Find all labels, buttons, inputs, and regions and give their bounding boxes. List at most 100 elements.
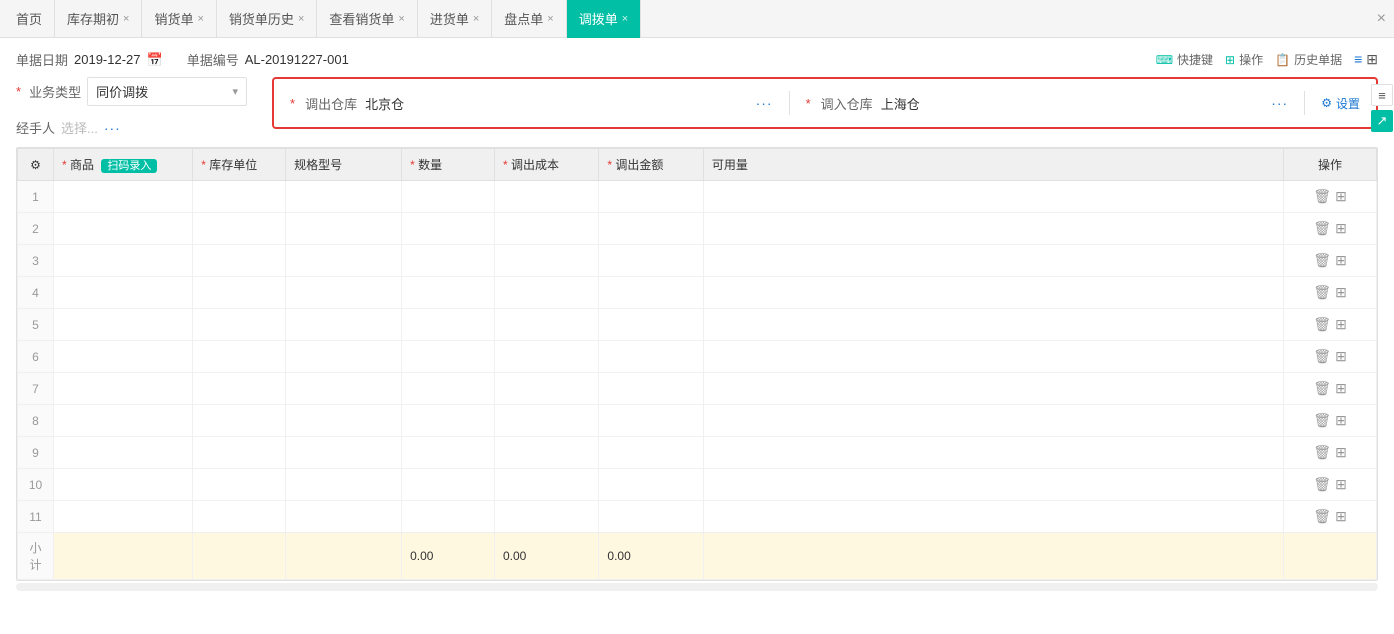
spec-cell[interactable] <box>286 373 402 405</box>
amount-cell[interactable] <box>599 309 703 341</box>
tab-view-sales[interactable]: 查看销货单 × <box>317 0 417 38</box>
available-cell[interactable] <box>703 373 1283 405</box>
product-cell[interactable] <box>54 501 193 533</box>
product-cell[interactable] <box>54 373 193 405</box>
spec-cell[interactable] <box>286 405 402 437</box>
amount-cell[interactable] <box>599 437 703 469</box>
qty-cell[interactable] <box>402 341 495 373</box>
cost-cell[interactable] <box>494 501 598 533</box>
cost-cell[interactable] <box>494 309 598 341</box>
panel-export-btn[interactable]: ↗ <box>1371 110 1393 132</box>
tab-transfer-order-close[interactable]: × <box>622 13 628 25</box>
unit-cell[interactable] <box>193 373 286 405</box>
cost-cell[interactable] <box>494 341 598 373</box>
qty-cell[interactable] <box>402 405 495 437</box>
product-cell[interactable] <box>54 405 193 437</box>
copy-btn[interactable]: ⊞ <box>1335 284 1347 300</box>
available-cell[interactable] <box>703 437 1283 469</box>
qty-cell[interactable] <box>402 277 495 309</box>
copy-btn[interactable]: ⊞ <box>1335 348 1347 364</box>
amount-cell[interactable] <box>599 501 703 533</box>
amount-cell[interactable] <box>599 245 703 277</box>
scan-entry-btn[interactable]: 扫码录入 <box>101 159 157 173</box>
unit-cell[interactable] <box>193 277 286 309</box>
tab-inventory-init[interactable]: 库存期初 × <box>55 0 142 38</box>
unit-cell[interactable] <box>193 405 286 437</box>
delete-btn[interactable]: 🗑 <box>1313 348 1331 364</box>
calendar-icon[interactable]: 📅 <box>147 52 163 68</box>
unit-cell[interactable] <box>193 309 286 341</box>
spec-cell[interactable] <box>286 501 402 533</box>
tab-view-sales-close[interactable]: × <box>398 13 404 25</box>
tab-inventory-count[interactable]: 盘点单 × <box>492 0 566 38</box>
view-grid-icon[interactable]: ⊞ <box>1366 51 1378 68</box>
copy-btn[interactable]: ⊞ <box>1335 412 1347 428</box>
available-cell[interactable] <box>703 501 1283 533</box>
amount-cell[interactable] <box>599 341 703 373</box>
tab-home[interactable]: 首页 <box>8 0 55 38</box>
tab-sales-history-close[interactable]: × <box>298 13 304 25</box>
settings-button[interactable]: ⚙ 设置 <box>1321 95 1360 112</box>
person-placeholder[interactable]: 选择... <box>61 118 98 137</box>
view-list-icon[interactable]: ≡ <box>1354 51 1362 68</box>
product-cell[interactable] <box>54 309 193 341</box>
copy-btn[interactable]: ⊞ <box>1335 444 1347 460</box>
amount-cell[interactable] <box>599 373 703 405</box>
delete-btn[interactable]: 🗑 <box>1313 508 1331 524</box>
spec-cell[interactable] <box>286 245 402 277</box>
available-cell[interactable] <box>703 469 1283 501</box>
delete-btn[interactable]: 🗑 <box>1313 476 1331 492</box>
spec-cell[interactable] <box>286 341 402 373</box>
qty-cell[interactable] <box>402 309 495 341</box>
unit-cell[interactable] <box>193 213 286 245</box>
business-type-select[interactable]: 同价调拨 ▾ <box>87 77 247 106</box>
tab-sales-history[interactable]: 销货单历史 × <box>217 0 317 38</box>
spec-cell[interactable] <box>286 469 402 501</box>
cost-cell[interactable] <box>494 469 598 501</box>
copy-btn[interactable]: ⊞ <box>1335 188 1347 204</box>
unit-cell[interactable] <box>193 501 286 533</box>
product-cell[interactable] <box>54 181 193 213</box>
amount-cell[interactable] <box>599 213 703 245</box>
delete-btn[interactable]: 🗑 <box>1313 188 1331 204</box>
cost-cell[interactable] <box>494 277 598 309</box>
warehouse-in-more-icon[interactable]: ··· <box>1271 95 1288 111</box>
spec-cell[interactable] <box>286 437 402 469</box>
tab-inventory-count-close[interactable]: × <box>547 13 553 25</box>
delete-btn[interactable]: 🗑 <box>1313 316 1331 332</box>
delete-btn[interactable]: 🗑 <box>1313 284 1331 300</box>
spec-cell[interactable] <box>286 213 402 245</box>
product-cell[interactable] <box>54 213 193 245</box>
qty-cell[interactable] <box>402 501 495 533</box>
amount-cell[interactable] <box>599 277 703 309</box>
delete-btn[interactable]: 🗑 <box>1313 252 1331 268</box>
qty-cell[interactable] <box>402 181 495 213</box>
cost-cell[interactable] <box>494 245 598 277</box>
delete-btn[interactable]: 🗑 <box>1313 380 1331 396</box>
delete-btn[interactable]: 🗑 <box>1313 444 1331 460</box>
cost-cell[interactable] <box>494 373 598 405</box>
available-cell[interactable] <box>703 181 1283 213</box>
horizontal-scrollbar[interactable] <box>16 583 1378 591</box>
available-cell[interactable] <box>703 213 1283 245</box>
delete-btn[interactable]: 🗑 <box>1313 220 1331 236</box>
tab-sales-order-close[interactable]: × <box>197 13 203 25</box>
col-settings[interactable]: ⚙ <box>18 149 54 181</box>
unit-cell[interactable] <box>193 245 286 277</box>
available-cell[interactable] <box>703 245 1283 277</box>
shortcut-btn[interactable]: ⌨ 快捷键 <box>1156 51 1213 68</box>
spec-cell[interactable] <box>286 181 402 213</box>
tab-purchase-order-close[interactable]: × <box>473 13 479 25</box>
qty-cell[interactable] <box>402 437 495 469</box>
product-cell[interactable] <box>54 469 193 501</box>
unit-cell[interactable] <box>193 469 286 501</box>
available-cell[interactable] <box>703 309 1283 341</box>
copy-btn[interactable]: ⊞ <box>1335 476 1347 492</box>
tab-inventory-init-close[interactable]: × <box>123 13 129 25</box>
unit-cell[interactable] <box>193 181 286 213</box>
product-cell[interactable] <box>54 277 193 309</box>
qty-cell[interactable] <box>402 373 495 405</box>
copy-btn[interactable]: ⊞ <box>1335 508 1347 524</box>
person-more-icon[interactable]: ··· <box>104 120 121 136</box>
available-cell[interactable] <box>703 277 1283 309</box>
